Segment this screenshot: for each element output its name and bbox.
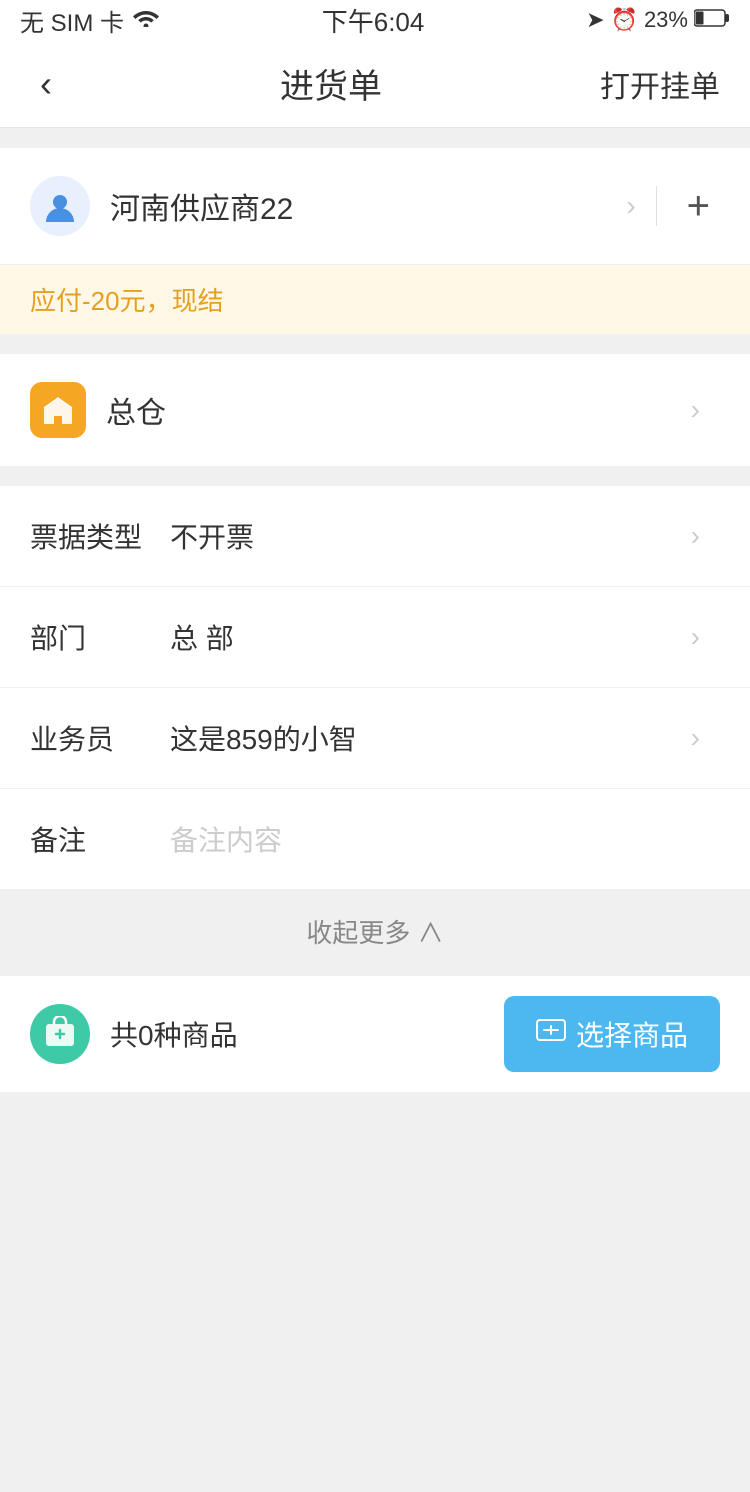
carrier-text: 无 SIM 卡: [20, 3, 124, 38]
battery-text: 23%: [644, 7, 688, 33]
select-product-icon: [536, 1018, 566, 1050]
collapse-label: 收起更多 ∧: [306, 913, 443, 950]
supplier-section: 河南供应商22 › + 应付-20元，现结: [0, 148, 750, 334]
product-icon: [30, 1004, 90, 1064]
warehouse-chevron-icon: ›: [691, 394, 700, 426]
product-bar: 共0种商品 选择商品: [0, 976, 750, 1092]
remark-input[interactable]: 备注内容: [150, 819, 720, 859]
location-icon: ➤: [586, 7, 604, 33]
department-value: 总 部: [150, 617, 691, 657]
alarm-icon: ⏰: [611, 7, 638, 33]
supplier-row[interactable]: 河南供应商22 › +: [0, 148, 750, 265]
main-background: [0, 1092, 750, 1492]
ticket-type-row[interactable]: 票据类型 不开票 ›: [0, 486, 750, 586]
salesperson-label: 业务员: [30, 718, 150, 758]
remark-label: 备注: [30, 819, 150, 859]
status-bar: 无 SIM 卡 下午6:04 ➤ ⏰ 23%: [0, 0, 750, 40]
ticket-type-chevron-icon: ›: [691, 520, 700, 552]
warehouse-row[interactable]: 总仓 ›: [0, 354, 750, 466]
page-title: 进货单: [280, 59, 382, 108]
battery-icon: [694, 7, 730, 33]
supplier-avatar: [30, 176, 90, 236]
product-count-label: 共0种商品: [110, 1014, 504, 1054]
warehouse-name: 总仓: [106, 388, 691, 432]
mid-divider-2: [0, 466, 750, 486]
ticket-type-value: 不开票: [150, 516, 691, 556]
nav-bar: ‹ 进货单 打开挂单: [0, 40, 750, 128]
department-label: 部门: [30, 617, 150, 657]
ticket-type-label: 票据类型: [30, 516, 150, 556]
warehouse-section[interactable]: 总仓 ›: [0, 354, 750, 466]
select-product-label: 选择商品: [576, 1014, 688, 1054]
top-divider: [0, 128, 750, 148]
back-button[interactable]: ‹: [30, 53, 62, 115]
salesperson-row[interactable]: 业务员 这是859的小智 ›: [0, 687, 750, 788]
mid-divider-1: [0, 334, 750, 354]
add-supplier-button[interactable]: +: [677, 184, 720, 229]
remark-row[interactable]: 备注 备注内容: [0, 788, 750, 889]
open-pending-button[interactable]: 打开挂单: [600, 62, 720, 106]
salesperson-chevron-icon: ›: [691, 722, 700, 754]
department-chevron-icon: ›: [691, 621, 700, 653]
status-time: 下午6:04: [322, 2, 425, 39]
supplier-chevron-icon: ›: [626, 190, 635, 222]
wifi-icon: [132, 6, 160, 34]
supplier-divider: [656, 186, 657, 226]
supplier-alert: 应付-20元，现结: [0, 265, 750, 334]
select-product-button[interactable]: 选择商品: [504, 996, 720, 1072]
form-section: 票据类型 不开票 › 部门 总 部 › 业务员 这是859的小智 › 备注 备注…: [0, 486, 750, 889]
supplier-name: 河南供应商22: [110, 184, 626, 228]
collapse-row[interactable]: 收起更多 ∧: [0, 889, 750, 974]
status-right-icons: ➤ ⏰ 23%: [586, 7, 730, 33]
status-carrier: 无 SIM 卡: [20, 3, 160, 38]
department-row[interactable]: 部门 总 部 ›: [0, 586, 750, 687]
salesperson-value: 这是859的小智: [150, 718, 691, 758]
warehouse-icon: [30, 382, 86, 438]
